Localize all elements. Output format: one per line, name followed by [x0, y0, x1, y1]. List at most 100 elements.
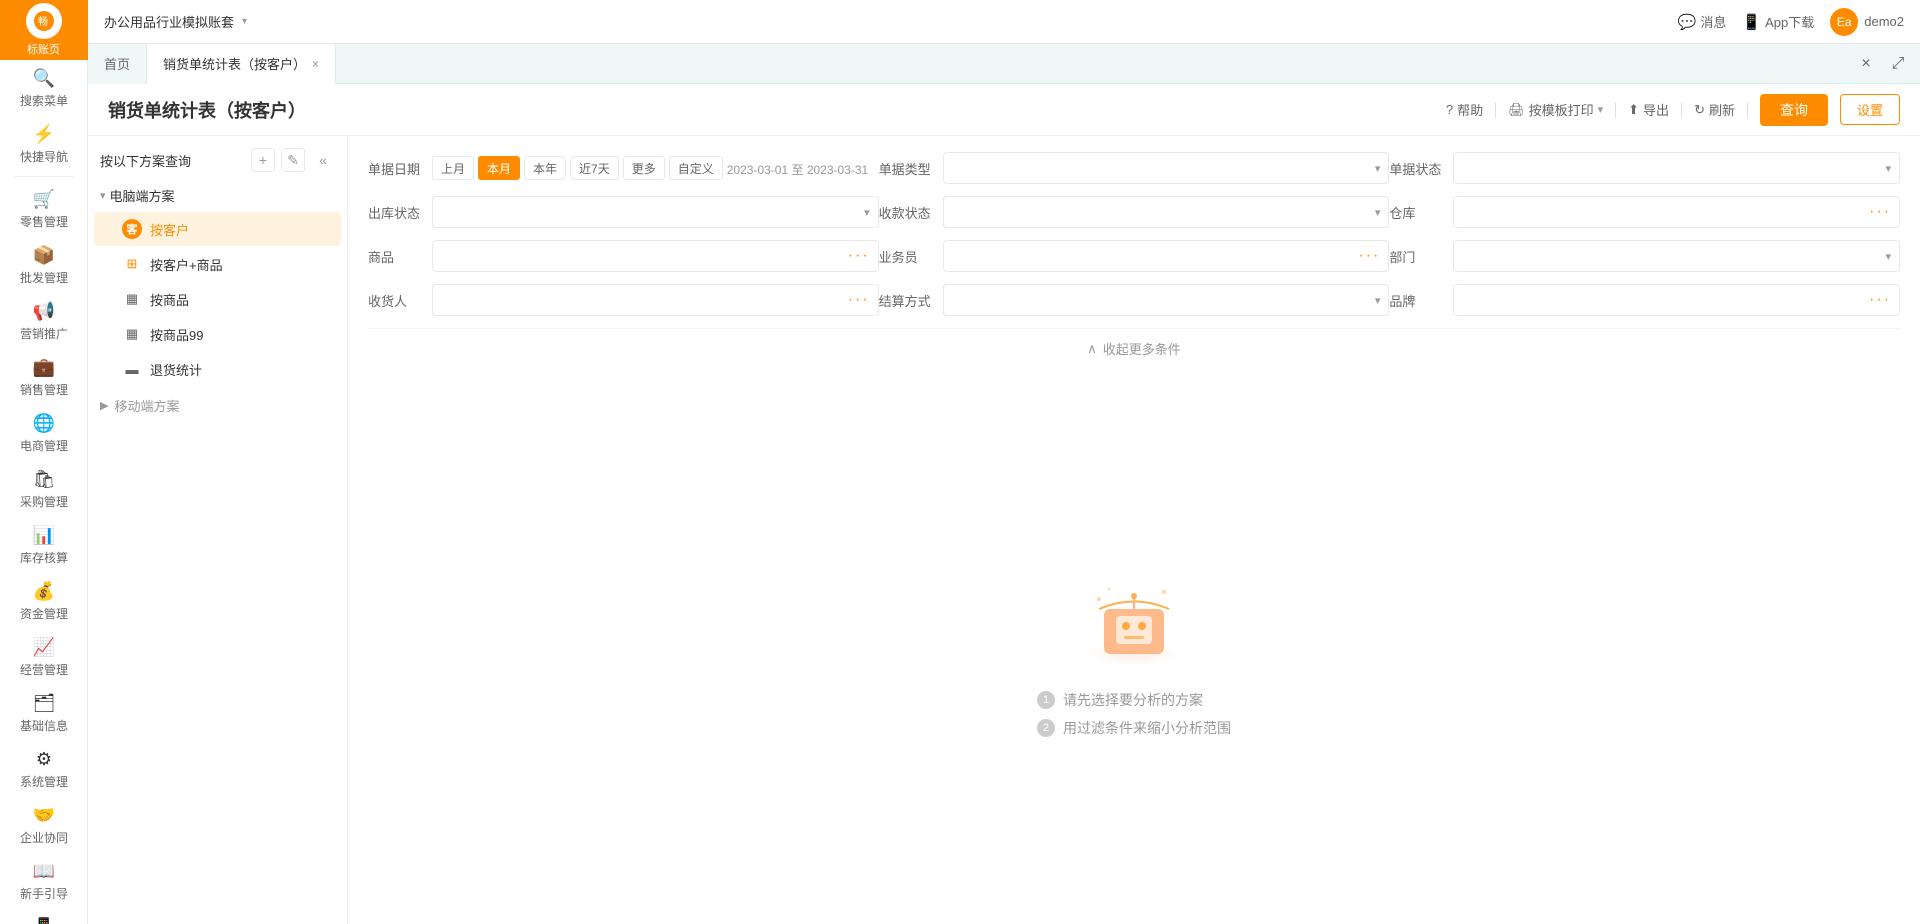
scheme-collapse-button[interactable]: «	[311, 148, 335, 172]
tab-maximize-button[interactable]: ⤢	[1884, 50, 1912, 78]
order-status-select[interactable]: ▾	[1453, 152, 1900, 184]
tab-close-icon[interactable]: ×	[312, 57, 319, 71]
scheme-group-desktop-header[interactable]: ▾ 电脑端方案	[88, 180, 347, 211]
date-btn-more[interactable]: 更多	[623, 156, 665, 180]
refresh-button[interactable]: ↻ 刷新	[1694, 100, 1735, 119]
date-label: 单据日期	[368, 159, 424, 178]
date-btn-last-month[interactable]: 上月	[432, 156, 474, 180]
tab-bar-right: × ⤢	[1852, 50, 1920, 78]
filter-cell-salesperson: 业务员 ···	[879, 240, 1390, 272]
department-select[interactable]: ▾	[1453, 240, 1900, 272]
logo[interactable]: 畅 标账页	[0, 0, 88, 60]
tab-close-all-button[interactable]: ×	[1852, 50, 1880, 78]
inventory-icon: 📊	[33, 525, 55, 546]
date-btn-custom[interactable]: 自定义	[669, 156, 723, 180]
sidebar-item-sales[interactable]: 💼 销售管理	[0, 349, 87, 405]
warehouse-dots: ···	[1869, 203, 1891, 221]
salesperson-label: 业务员	[879, 247, 935, 266]
payment-status-label: 收款状态	[879, 203, 935, 222]
sidebar-item-search[interactable]: 🔍 搜索菜单	[0, 60, 87, 116]
scheme-item-return-stats[interactable]: ▬ 退货统计	[94, 352, 341, 386]
export-button[interactable]: ⬆ 导出	[1628, 100, 1669, 119]
sidebar-item-guide[interactable]: 📖 新手引导	[0, 853, 87, 909]
help-button[interactable]: ? 帮助	[1446, 100, 1483, 119]
bar-icon: ▬	[122, 359, 142, 379]
page-header: 销货单统计表（按客户） ? 帮助 🖨 按模板打印 ▾ ⬆ 导出	[88, 84, 1920, 136]
receiver-select[interactable]: ···	[432, 284, 879, 316]
sidebar-item-ecommerce[interactable]: 🌐 电商管理	[0, 405, 87, 461]
date-btn-7days[interactable]: 近7天	[570, 156, 619, 180]
sidebar-item-retail[interactable]: 🛒 零售管理	[0, 181, 87, 237]
guide-icon: 📖	[33, 861, 55, 882]
salesperson-select[interactable]: ···	[943, 240, 1390, 272]
sidebar-item-basic[interactable]: 🗂 基础信息	[0, 685, 87, 741]
tab-x-icon: ×	[1861, 55, 1870, 73]
filter-cell-order-type: 单据类型 ▾	[879, 152, 1390, 184]
goods-label: 商品	[368, 247, 424, 266]
scheme-header: 按以下方案查询 + ✎ «	[88, 148, 347, 180]
order-type-label: 单据类型	[879, 159, 935, 178]
sidebar-item-system[interactable]: ⚙ 系统管理	[0, 741, 87, 797]
sidebar-item-finance[interactable]: 💰 资金管理	[0, 573, 87, 629]
avatar-text: Ea	[1837, 15, 1852, 29]
sidebar-item-wholesale[interactable]: 📦 批发管理	[0, 237, 87, 293]
settings-button[interactable]: 设置	[1840, 94, 1900, 125]
sidebar-item-quick-nav[interactable]: ⚡ 快捷导航	[0, 116, 87, 172]
scheme-group-mobile-label: 移动端方案	[114, 396, 179, 415]
payment-status-select[interactable]: ▾	[943, 196, 1390, 228]
sidebar-item-label: 营销推广	[20, 325, 68, 342]
divider3	[1681, 102, 1682, 118]
out-status-select[interactable]: ▾	[432, 196, 879, 228]
sidebar-item-label: 基础信息	[20, 717, 68, 734]
user-area[interactable]: Ea demo2	[1830, 8, 1904, 36]
order-type-arrow-icon: ▾	[1375, 162, 1381, 175]
order-status-arrow-icon: ▾	[1885, 162, 1891, 175]
sidebar-item-inventory[interactable]: 📊 库存核算	[0, 517, 87, 573]
scheme-item-by-customer[interactable]: 客 按客户	[94, 212, 341, 246]
sidebar-item-app-center[interactable]: 📱 应用中心	[0, 909, 87, 924]
tab-home[interactable]: 首页	[88, 44, 147, 84]
print-button[interactable]: 🖨 按模板打印 ▾	[1508, 100, 1603, 119]
order-type-select[interactable]: ▾	[943, 152, 1390, 184]
scheme-item-label: 按客户	[150, 220, 189, 239]
wholesale-icon: 📦	[33, 245, 55, 266]
basic-icon: 🗂	[33, 693, 56, 714]
sidebar-item-enterprise[interactable]: 🤝 企业协同	[0, 797, 87, 853]
goods-select[interactable]: ···	[432, 240, 879, 272]
scheme-item-by-goods-99[interactable]: ▦ 按商品99	[94, 317, 341, 351]
tab-active[interactable]: 销货单统计表（按客户） ×	[147, 44, 336, 84]
tip-1-num: 1	[1037, 691, 1055, 709]
scheme-item-by-goods[interactable]: ▦ 按商品	[94, 282, 341, 316]
enterprise-icon: 🤝	[33, 805, 55, 826]
date-btn-this-month[interactable]: 本月	[478, 156, 520, 180]
divider2	[1615, 102, 1616, 118]
scheme-edit-button[interactable]: ✎	[281, 148, 305, 172]
tab-bar: 首页 销货单统计表（按客户） × × ⤢	[88, 44, 1920, 84]
divider1	[1495, 102, 1496, 118]
store-arrow-icon[interactable]: ▾	[242, 16, 247, 27]
warehouse-select[interactable]: ···	[1453, 196, 1900, 228]
date-btn-this-year[interactable]: 本年	[524, 156, 566, 180]
empty-tip-1: 1 请先选择要分析的方案	[1037, 690, 1231, 710]
message-button[interactable]: 💬 消息	[1678, 12, 1727, 31]
sidebar-item-operations[interactable]: 📈 经营管理	[0, 629, 87, 685]
right-content: 单据日期 上月 本月 本年 近7天 更多 自定义 20	[348, 136, 1920, 924]
query-button[interactable]: 查询	[1760, 94, 1828, 126]
filter-row-3: 商品 ··· 业务员 ···	[368, 240, 1900, 272]
filter-cell-payment-status: 收款状态 ▾	[879, 196, 1390, 228]
app-download-button[interactable]: 📱 App下载	[1742, 12, 1814, 31]
scheme-add-button[interactable]: +	[251, 148, 275, 172]
scheme-item-by-customer-goods[interactable]: ⊞ 按客户+商品	[94, 247, 341, 281]
sidebar-item-label: 库存核算	[20, 549, 68, 566]
brand-select[interactable]: ···	[1453, 284, 1900, 316]
settlement-select[interactable]: ▾	[943, 284, 1390, 316]
sidebar-item-marketing[interactable]: 📢 营销推广	[0, 293, 87, 349]
scheme-group-mobile-header[interactable]: ▶ 移动端方案	[88, 390, 347, 421]
collapse-bar[interactable]: ∧ 收起更多条件	[368, 328, 1900, 368]
operations-icon: 📈	[33, 637, 55, 658]
sidebar-item-purchase[interactable]: 🛍 采购管理	[0, 461, 87, 517]
date-range: 2023-03-01 至 2023-03-31	[727, 161, 868, 178]
export-icon: ⬆	[1628, 102, 1639, 118]
scheme-item-label: 按商品99	[150, 325, 203, 344]
sidebar-menu: 🔍 搜索菜单 ⚡ 快捷导航 🛒 零售管理 📦 批发管理 📢 营销推广 💼 销售管…	[0, 60, 87, 924]
